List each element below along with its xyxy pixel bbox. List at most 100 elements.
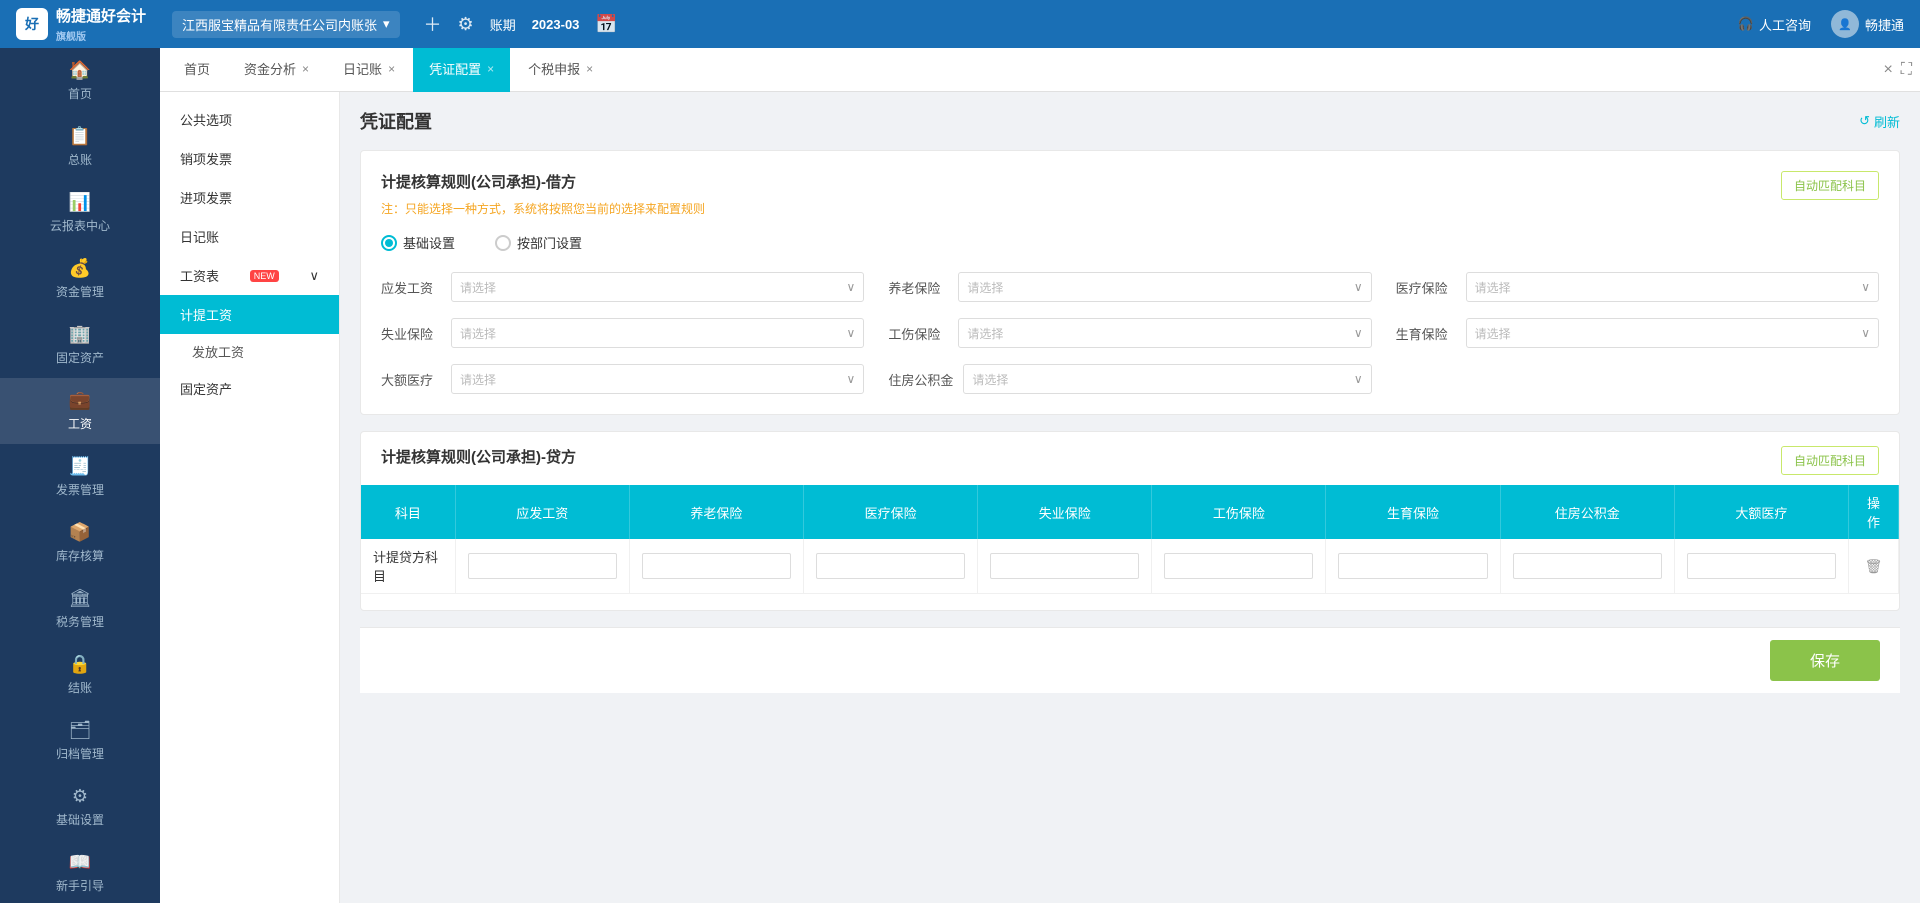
tab-voucher-close[interactable]: × [487,62,494,76]
tab-funds[interactable]: 资金分析 × [228,48,325,92]
nav-journal[interactable]: 日记账 [160,217,339,256]
td-pension-input[interactable] [629,539,803,594]
nav-salary-table[interactable]: 工资表 NEW ∨ [160,256,339,295]
credit-section-title: 计提核算规则(公司承担)-贷方 [381,446,576,467]
sidebar-item-tax[interactable]: 🏛 税务管理 [0,576,160,642]
select-housing[interactable]: 请选择 ∨ [963,364,1371,394]
td-injury-input[interactable] [1152,539,1326,594]
td-medical-input[interactable] [804,539,978,594]
input-maternity[interactable] [1338,553,1487,579]
form-row-injury: 工伤保险 请选择 ∨ [888,318,1371,348]
select-injury[interactable]: 请选择 ∨ [958,318,1371,348]
save-button[interactable]: 保存 [1770,640,1880,681]
nav-fixed-assets[interactable]: 固定资产 [160,369,339,408]
user-area[interactable]: 👤 畅捷通 [1831,10,1904,38]
chevron-icon2: ∨ [1354,280,1363,294]
tab-tax[interactable]: 个税申报 × [512,48,609,92]
input-housing[interactable] [1513,553,1662,579]
select-pension[interactable]: 请选择 ∨ [958,272,1371,302]
service-label: 人工咨询 [1759,15,1811,34]
delete-icon[interactable]: 🗑 [1865,558,1883,574]
chevron-icon3: ∨ [1861,280,1870,294]
sidebar-item-archive[interactable]: 🗂 归档管理 [0,708,160,774]
form-row-bigmedical: 大额医疗 请选择 ∨ [381,364,864,394]
td-action[interactable]: 🗑 [1848,539,1898,594]
sidebar-item-ledger[interactable]: 📋 总账 [0,114,160,180]
select-unemployment[interactable]: 请选择 ∨ [451,318,864,348]
input-bigmedical[interactable] [1687,553,1836,579]
refresh-btn[interactable]: ↺ 刷新 [1859,112,1900,131]
tab-voucher-config[interactable]: 凭证配置 × [413,48,510,92]
nav-purchase[interactable]: 进项发票 [160,178,339,217]
sidebar-item-home[interactable]: 🏠 首页 [0,48,160,114]
sidebar-label-reports: 云报表中心 [50,217,110,234]
nav-pay-salary[interactable]: 发放工资 [160,334,339,369]
save-bar: 保存 [360,627,1900,693]
nav-calc-salary[interactable]: 计提工资 [160,295,339,334]
nav-sales[interactable]: 销项发票 [160,139,339,178]
tab-tax-close[interactable]: × [586,62,593,76]
nav-salary-table-label: 工资表 [180,266,219,285]
tab-home[interactable]: 首页 [168,48,226,92]
input-unemployment[interactable] [990,553,1139,579]
calendar-icon[interactable]: 📅 [595,14,617,35]
input-pension[interactable] [642,553,791,579]
add-button[interactable]: ＋ [424,11,442,37]
credit-auto-match-btn[interactable]: 自动匹配科目 [1781,446,1879,475]
select-medical-placeholder: 请选择 [1475,279,1511,296]
td-unemployment-input[interactable] [978,539,1152,594]
tab-journal[interactable]: 日记账 × [327,48,411,92]
chevron-down-icon: ∨ [309,268,319,284]
win-expand-btn[interactable]: ⛶ [1901,61,1912,79]
input-salary[interactable] [468,553,617,579]
sidebar-item-invoices[interactable]: 🧾 发票管理 [0,444,160,510]
nav-sales-label: 销项发票 [180,149,232,168]
debit-auto-match-btn[interactable]: 自动匹配科目 [1781,171,1879,200]
input-medical[interactable] [816,553,965,579]
logo-area: 好 畅捷通好会计 旗舰版 [16,5,156,43]
sidebar-item-funds[interactable]: 💰 资金管理 [0,246,160,312]
td-maternity-input[interactable] [1326,539,1500,594]
chevron-icon5: ∨ [1354,326,1363,340]
refresh-label: 刷新 [1874,112,1900,131]
company-selector[interactable]: 江西服宝精品有限责任公司内账张 ▾ [172,11,400,38]
debit-section-title: 计提核算规则(公司承担)-借方 [381,171,705,192]
select-salary[interactable]: 请选择 ∨ [451,272,864,302]
radio-basic-label: 基础设置 [403,233,455,252]
td-bigmedical-input[interactable] [1674,539,1848,594]
debit-form-grid: 应发工资 请选择 ∨ 养老保险 请选择 ∨ [381,272,1879,394]
sidebar-item-settings[interactable]: ⚙ 基础设置 [0,774,160,840]
form-row-unemployment: 失业保险 请选择 ∨ [381,318,864,348]
settings-icon: ⚙ [72,786,88,807]
radio-basic[interactable]: 基础设置 [381,233,455,252]
sidebar-item-inventory[interactable]: 📦 库存核算 [0,510,160,576]
td-salary-input[interactable] [455,539,629,594]
tab-funds-close[interactable]: × [302,62,309,76]
sidebar-item-close[interactable]: 🔒 结账 [0,642,160,708]
radio-dept-circle [495,235,511,251]
nav-public[interactable]: 公共选项 [160,100,339,139]
sidebar-label-close: 结账 [68,679,92,696]
sidebar-item-assets[interactable]: 🏢 固定资产 [0,312,160,378]
settings-icon-btn[interactable]: ⚙ [458,14,474,35]
top-actions: ＋ ⚙ 账期 2023-03 📅 [424,11,618,37]
sidebar-label-invoices: 发票管理 [56,481,104,498]
label-salary: 应发工资 [381,278,441,297]
radio-dept[interactable]: 按部门设置 [495,233,582,252]
service-btn[interactable]: 🎧 人工咨询 [1738,15,1811,34]
select-maternity[interactable]: 请选择 ∨ [1466,318,1879,348]
tab-journal-close[interactable]: × [388,62,395,76]
sidebar-item-salary[interactable]: 💼 工资 [0,378,160,444]
td-housing-input[interactable] [1500,539,1674,594]
select-bigmedical[interactable]: 请选择 ∨ [451,364,864,394]
th-housing: 住房公积金 [1500,485,1674,539]
win-close-btn[interactable]: × [1883,61,1892,79]
sidebar-item-guide[interactable]: 📖 新手引导 [0,840,160,903]
tax-icon: 🏛 [69,588,92,609]
th-unemployment: 失业保险 [978,485,1152,539]
sidebar-item-reports[interactable]: 📊 云报表中心 [0,180,160,246]
input-injury[interactable] [1164,553,1313,579]
app-version: 旗舰版 [56,28,146,43]
select-medical[interactable]: 请选择 ∨ [1466,272,1879,302]
tab-journal-label: 日记账 [343,59,382,78]
